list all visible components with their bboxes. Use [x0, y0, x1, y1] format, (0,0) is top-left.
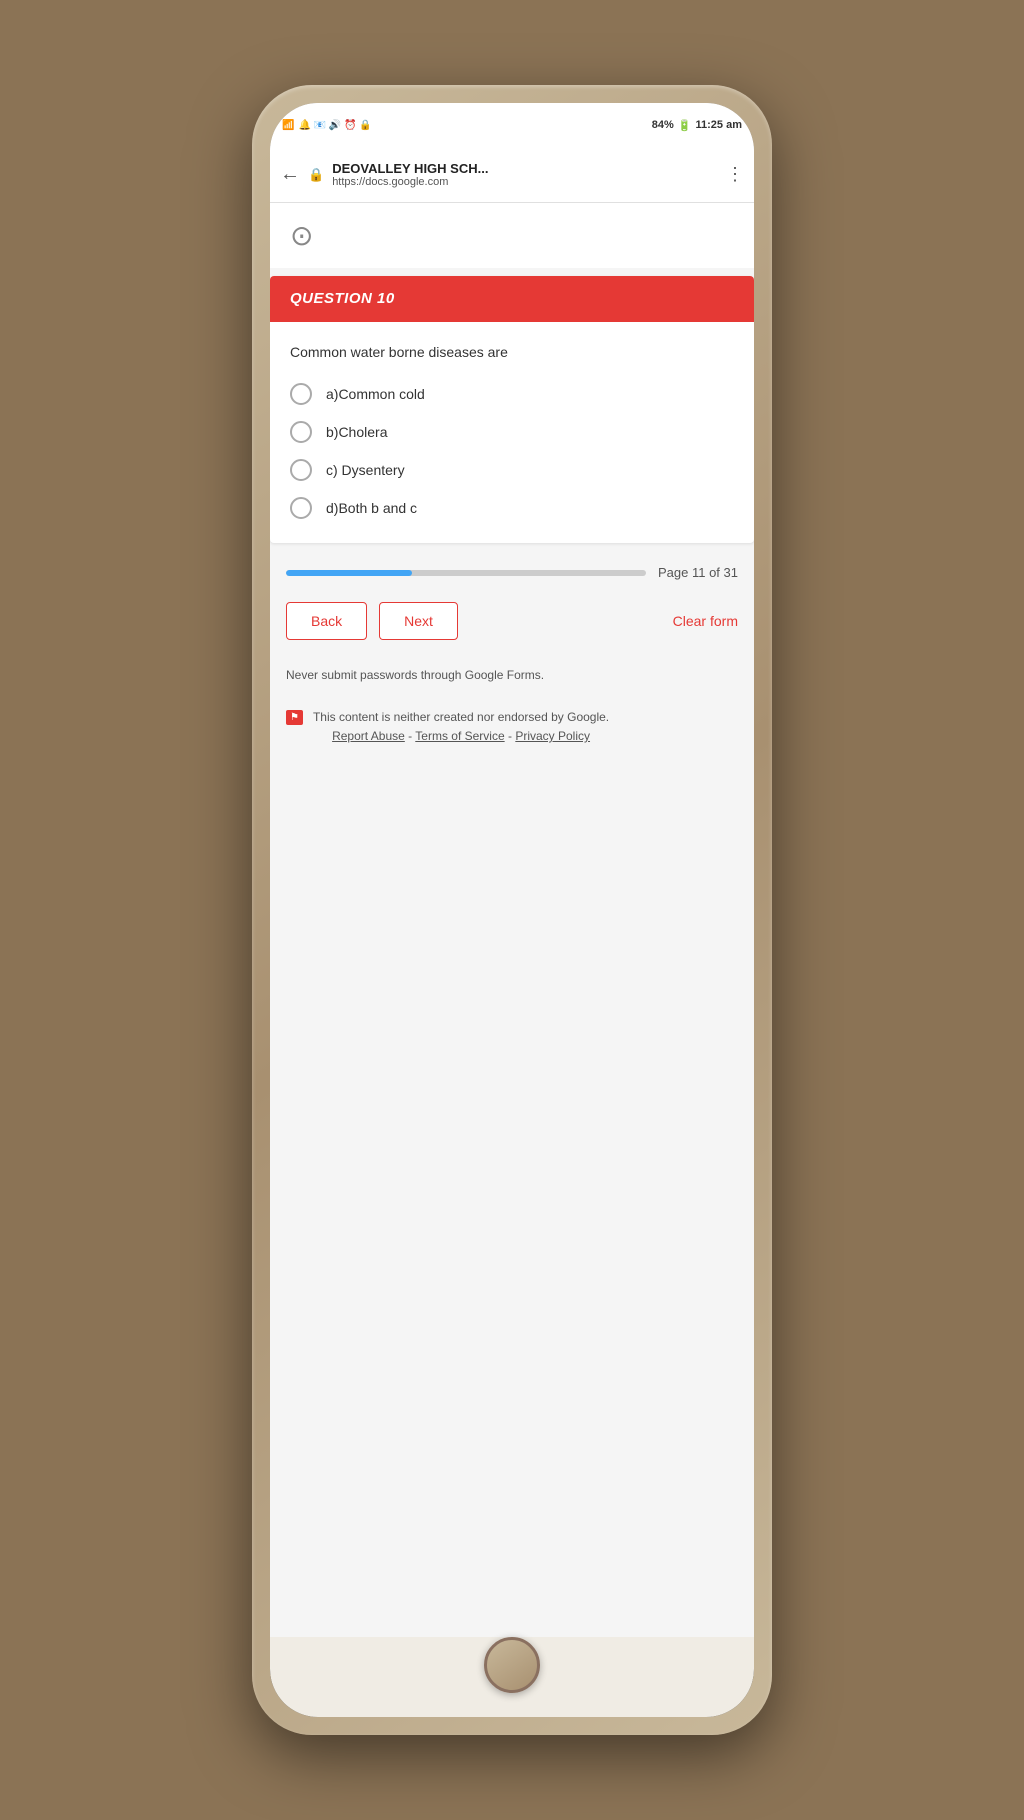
home-button[interactable]	[484, 1637, 540, 1693]
browser-menu-button[interactable]: ⋮	[726, 164, 744, 185]
browser-url: https://docs.google.com	[332, 176, 718, 188]
screen: 📶 🔔 📧 🔊 ⏰ 🔒 84% 🔋 11:25 am ← 🔒 DEOVALLEY…	[270, 103, 754, 1637]
page-content: ⊙ QUESTION 10 Common water borne disease…	[270, 203, 754, 1637]
browser-title: DEOVALLEY HIGH SCH...	[332, 161, 718, 177]
progress-section: Page 11 of 31	[270, 551, 754, 594]
status-icons: 📶 🔔 📧 🔊 ⏰ 🔒	[282, 120, 372, 131]
question-card: QUESTION 10 Common water borne diseases …	[270, 276, 754, 543]
question-text: Common water borne diseases are	[290, 342, 734, 363]
nav-buttons: Back Next Clear form	[270, 594, 754, 656]
browser-back-button[interactable]: ←	[280, 163, 300, 186]
disclaimer-main: This content is neither created nor endo…	[313, 710, 609, 724]
progress-bar-fill	[286, 570, 412, 576]
option-d[interactable]: d)Both b and c	[290, 497, 734, 519]
terms-link[interactable]: Terms of Service	[415, 729, 504, 743]
option-b-label: b)Cholera	[326, 424, 387, 440]
battery-percent: 84%	[652, 119, 674, 131]
options-list: a)Common cold b)Cholera c) Dysentery	[290, 383, 734, 519]
sim-icon: 📶	[282, 120, 294, 131]
notification-icons: 🔔 📧 🔊 ⏰ 🔒	[298, 120, 371, 131]
privacy-link[interactable]: Privacy Policy	[515, 729, 590, 743]
phone-inner: 📶 🔔 📧 🔊 ⏰ 🔒 84% 🔋 11:25 am ← 🔒 DEOVALLEY…	[270, 103, 754, 1717]
browser-info: DEOVALLEY HIGH SCH... https://docs.googl…	[332, 161, 718, 189]
progress-bar-container	[286, 570, 646, 576]
question-body: Common water borne diseases are a)Common…	[270, 322, 754, 543]
option-c-label: c) Dysentery	[326, 462, 405, 478]
disclaimer-text: This content is neither created nor endo…	[313, 708, 609, 746]
time: 11:25 am	[696, 119, 742, 131]
question-number: QUESTION 10	[290, 290, 395, 307]
question-header: QUESTION 10	[270, 276, 754, 322]
option-a-label: a)Common cold	[326, 386, 425, 402]
progress-text: Page 11 of 31	[658, 565, 738, 580]
phone-frame: 📶 🔔 📧 🔊 ⏰ 🔒 84% 🔋 11:25 am ← 🔒 DEOVALLEY…	[252, 85, 772, 1735]
cloud-section: ⊙	[270, 203, 754, 268]
flag-icon: ⚑	[286, 710, 303, 725]
option-a[interactable]: a)Common cold	[290, 383, 734, 405]
option-c[interactable]: c) Dysentery	[290, 459, 734, 481]
status-right: 84% 🔋 11:25 am	[652, 119, 742, 132]
option-b[interactable]: b)Cholera	[290, 421, 734, 443]
option-d-label: d)Both b and c	[326, 500, 417, 516]
status-bar: 📶 🔔 📧 🔊 ⏰ 🔒 84% 🔋 11:25 am	[270, 103, 754, 147]
report-abuse-link[interactable]: Report Abuse	[332, 729, 405, 743]
back-button[interactable]: Back	[286, 602, 367, 640]
footer-section: Never submit passwords through Google Fo…	[270, 656, 754, 768]
radio-c[interactable]	[290, 459, 312, 481]
next-button[interactable]: Next	[379, 602, 458, 640]
battery-icon: 🔋	[678, 119, 692, 132]
lock-icon: 🔒	[308, 167, 324, 183]
radio-d[interactable]	[290, 497, 312, 519]
cloud-icon: ⊙	[290, 220, 313, 251]
radio-a[interactable]	[290, 383, 312, 405]
radio-b[interactable]	[290, 421, 312, 443]
clear-form-button[interactable]: Clear form	[673, 613, 738, 629]
never-submit-text: Never submit passwords through Google Fo…	[286, 668, 738, 682]
browser-bar: ← 🔒 DEOVALLEY HIGH SCH... https://docs.g…	[270, 147, 754, 203]
disclaimer-section: ⚑ This content is neither created nor en…	[286, 698, 738, 756]
